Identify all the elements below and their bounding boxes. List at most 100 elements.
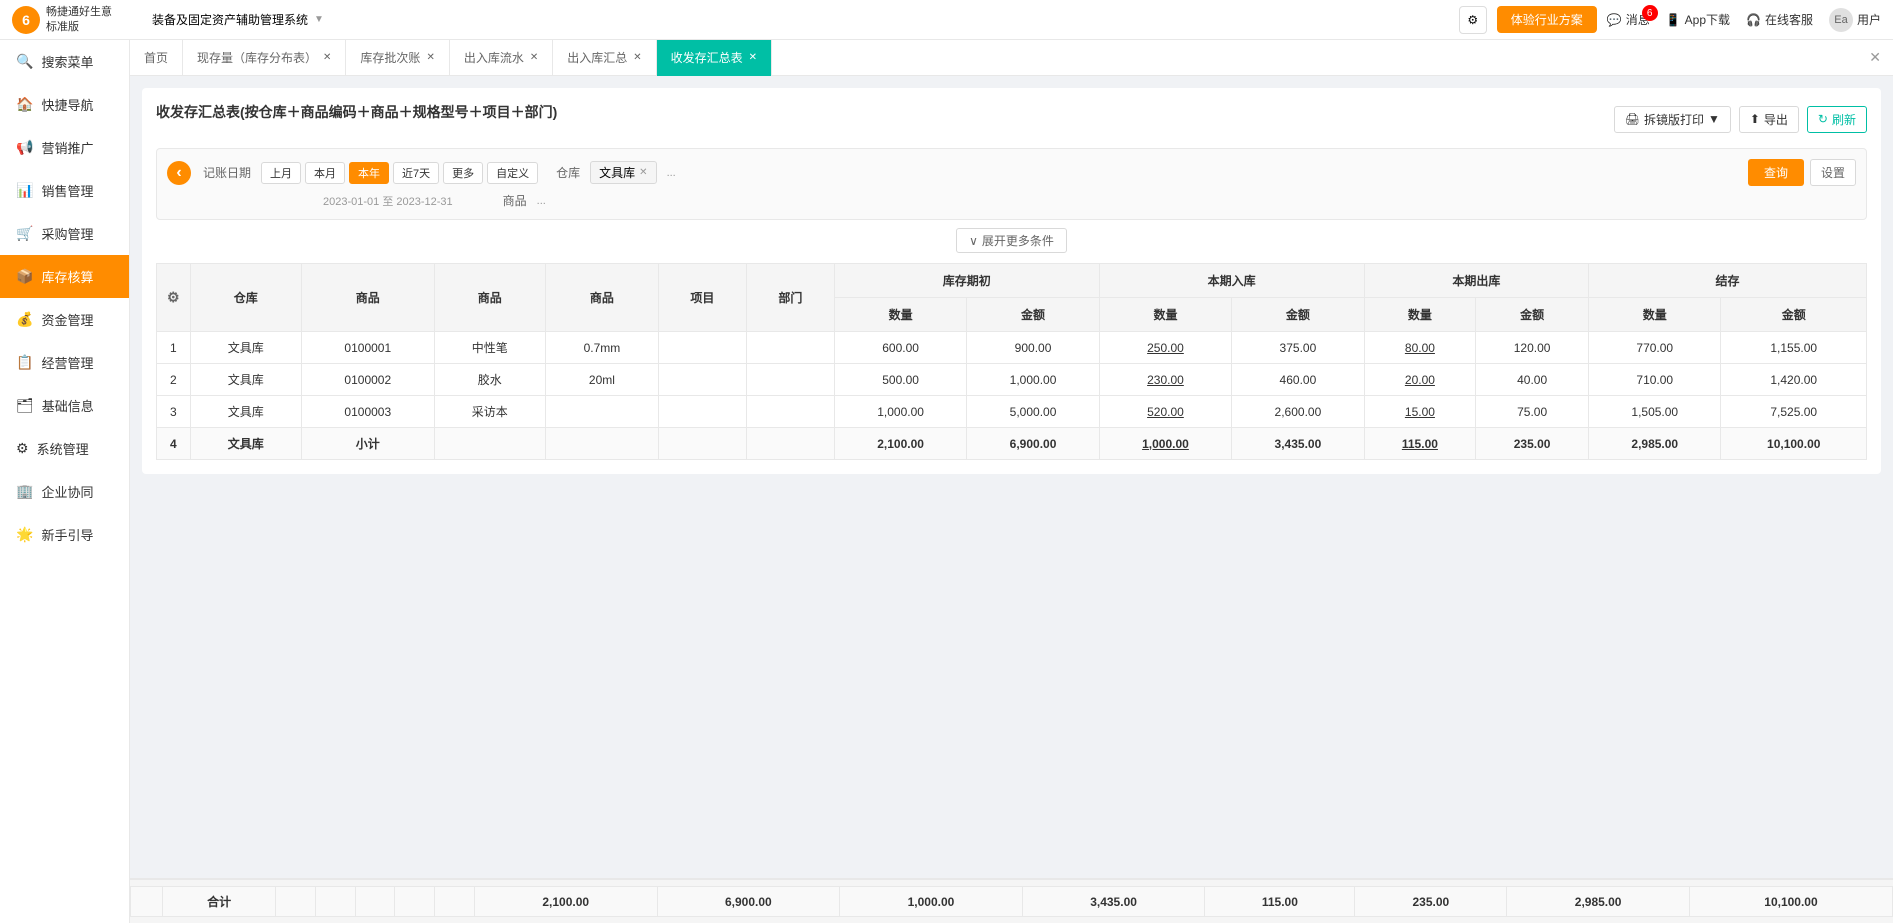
sidebar-item-purchase[interactable]: 🛒采购管理 — [0, 212, 129, 255]
print-button[interactable]: 🖨 拆镜版打印 ▼ — [1614, 106, 1731, 133]
sidebar-item-sales[interactable]: 📊 销售管理 — [0, 169, 129, 212]
balance-qty-header: 数量 — [1589, 298, 1721, 332]
sidebar-label-guide: 新手引导 — [41, 525, 93, 544]
sidebar-icon-base: 🗂 — [16, 397, 34, 414]
tab-home[interactable]: 首页 — [130, 40, 183, 76]
row-product-name: 中性笔 — [434, 332, 546, 364]
subtotal-no: 4 — [157, 428, 191, 460]
phone-icon: 📱 — [1666, 13, 1681, 27]
custom-date-btn[interactable]: 自定义 — [487, 162, 538, 184]
table-row: 2 文具库 0100002 胶水 20ml 500.00 1,000.00 23… — [157, 364, 1867, 396]
date-label: 记账日期 — [203, 164, 251, 181]
online-service-button[interactable]: 🎧 在线客服 — [1746, 11, 1813, 28]
department-header: 部门 — [746, 264, 834, 332]
sidebar-item-marketing[interactable]: 📢营销推广 — [0, 126, 129, 169]
row-out-qty[interactable]: 20.00 — [1364, 364, 1476, 396]
sidebar-item-guide[interactable]: 🌟新手引导 — [0, 513, 129, 556]
row-product-code: 0100002 — [302, 364, 434, 396]
row-out-qty[interactable]: 15.00 — [1364, 396, 1476, 428]
sidebar-item-enterprise[interactable]: 🏢企业协同 — [0, 470, 129, 513]
row-product-spec — [546, 396, 659, 428]
sidebar-item-system[interactable]: ⚙系统管理 — [0, 427, 129, 470]
tab-close-recv-send-summary[interactable]: ✕ — [749, 52, 757, 63]
subtotal-out-qty[interactable]: 115.00 — [1402, 437, 1438, 451]
row-balance-amount: 1,420.00 — [1721, 364, 1867, 396]
table-gear-icon[interactable]: ⚙ — [167, 289, 180, 306]
system-title: 装备及固定资产辅助管理系统 ▼ — [152, 11, 1449, 28]
page-title: 收发存汇总表(按仓库＋商品编码＋商品＋规格型号＋项目＋部门) — [156, 102, 557, 122]
subtotal-out-amount: 235.00 — [1476, 428, 1589, 460]
goods-more-button[interactable]: ... — [537, 195, 546, 207]
row-product-code: 0100001 — [302, 332, 434, 364]
table-settings-header: ⚙ — [157, 264, 191, 332]
tab-close-inout-summary[interactable]: ✕ — [633, 52, 641, 63]
this-year-btn[interactable]: 本年 — [349, 162, 389, 184]
total-opening-qty: 2,100.00 — [474, 887, 657, 917]
sidebar-item-base[interactable]: 🗂基础信息 — [0, 384, 129, 427]
sidebar-label-operations: 经营管理 — [41, 353, 93, 372]
table-wrap: ⚙ 仓库 商品 商品 商品 项目 部门 库存期初 本期入库 本期出库 — [156, 263, 1867, 460]
messages-button[interactable]: 💬 消息 6 — [1607, 11, 1650, 28]
sidebar-icon-search: 🔍 — [16, 53, 33, 70]
dropdown-arrow-icon[interactable]: ▼ — [314, 14, 324, 25]
tab-inout-flow[interactable]: 出入库流水✕ — [450, 40, 553, 76]
query-button[interactable]: 查询 — [1748, 159, 1804, 186]
row-project — [658, 332, 746, 364]
warehouse-more-button[interactable]: ... — [667, 167, 676, 179]
messages-badge: 6 — [1642, 5, 1658, 21]
refresh-button[interactable]: ↻ 刷新 — [1807, 106, 1867, 133]
tab-label-home: 首页 — [144, 49, 168, 66]
sidebar-item-inventory[interactable]: 📦库存核算 — [0, 255, 129, 298]
tab-close-batch[interactable]: ✕ — [426, 52, 434, 63]
opening-qty-header: 数量 — [834, 298, 966, 332]
row-in-amount: 460.00 — [1232, 364, 1364, 396]
row-project — [658, 364, 746, 396]
total-in-qty: 1,000.00 — [840, 887, 1023, 917]
warehouse-tag-close[interactable]: ✕ — [639, 167, 647, 178]
warehouse-header: 仓库 — [190, 264, 302, 332]
sidebar-item-quick[interactable]: 🏠快捷导航 — [0, 83, 129, 126]
this-month-btn[interactable]: 本月 — [305, 162, 345, 184]
setting-button[interactable]: 设置 — [1810, 159, 1856, 186]
tab-inventory-dist[interactable]: 现存量（库存分布表）✕ — [183, 40, 346, 76]
export-button[interactable]: ⬆ 导出 — [1739, 106, 1799, 133]
last-7-days-btn[interactable]: 近7天 — [393, 162, 439, 184]
row-in-qty[interactable]: 520.00 — [1099, 396, 1231, 428]
gear-button[interactable]: ⚙ — [1459, 6, 1487, 34]
subtotal-in-qty[interactable]: 1,000.00 — [1142, 437, 1189, 451]
close-all-tabs-button[interactable]: ✕ — [1857, 49, 1893, 66]
sidebar-item-search[interactable]: 🔍搜索菜单 — [0, 40, 129, 83]
row-opening-qty: 500.00 — [834, 364, 966, 396]
warehouse-label: 仓库 — [556, 164, 580, 181]
expand-button[interactable]: ∨ 展开更多条件 — [956, 228, 1067, 253]
sidebar-icon-quick: 🏠 — [16, 96, 33, 113]
sidebar-item-assets[interactable]: 💰资金管理 — [0, 298, 129, 341]
sidebar-icon-sales: 📊 — [16, 182, 33, 199]
product-code-header: 商品 — [302, 264, 434, 332]
tab-inout-summary[interactable]: 出入库汇总✕ — [553, 40, 656, 76]
more-date-btn[interactable]: 更多 — [443, 162, 483, 184]
tab-recv-send-summary[interactable]: 收发存汇总表✕ — [657, 40, 772, 76]
row-balance-qty: 1,505.00 — [1589, 396, 1721, 428]
subtotal-row: 4 文具库 小计 2,100.00 6,900.00 1,000.00 3,43… — [157, 428, 1867, 460]
last-month-btn[interactable]: 上月 — [261, 162, 301, 184]
user-menu[interactable]: Ea 用户 — [1829, 8, 1881, 32]
sidebar-item-operations[interactable]: 📋经营管理 — [0, 341, 129, 384]
row-in-qty[interactable]: 250.00 — [1099, 332, 1231, 364]
trial-button[interactable]: 体验行业方案 — [1497, 6, 1597, 33]
sidebar-label-sales: 销售管理 — [41, 181, 93, 200]
tab-close-inout-flow[interactable]: ✕ — [530, 52, 538, 63]
row-no: 1 — [157, 332, 191, 364]
tab-close-inventory-dist[interactable]: ✕ — [323, 52, 331, 63]
date-range: 2023-01-01 至 2023-12-31 — [323, 193, 453, 209]
row-out-qty[interactable]: 80.00 — [1364, 332, 1476, 364]
tab-batch[interactable]: 库存批次账 ✕ — [346, 40, 449, 76]
app-download-button[interactable]: 📱 App下载 — [1666, 11, 1730, 28]
balance-amount-header: 金额 — [1721, 298, 1867, 332]
date-buttons: 上月 本月 本年 近7天 更多 自定义 — [261, 162, 538, 184]
tab-label-batch: 库存批次账 — [360, 49, 420, 66]
row-in-qty[interactable]: 230.00 — [1099, 364, 1231, 396]
row-product-spec: 0.7mm — [546, 332, 659, 364]
sidebar-label-system: 系统管理 — [37, 439, 89, 458]
filter-collapse-button[interactable]: ‹ — [167, 161, 191, 185]
